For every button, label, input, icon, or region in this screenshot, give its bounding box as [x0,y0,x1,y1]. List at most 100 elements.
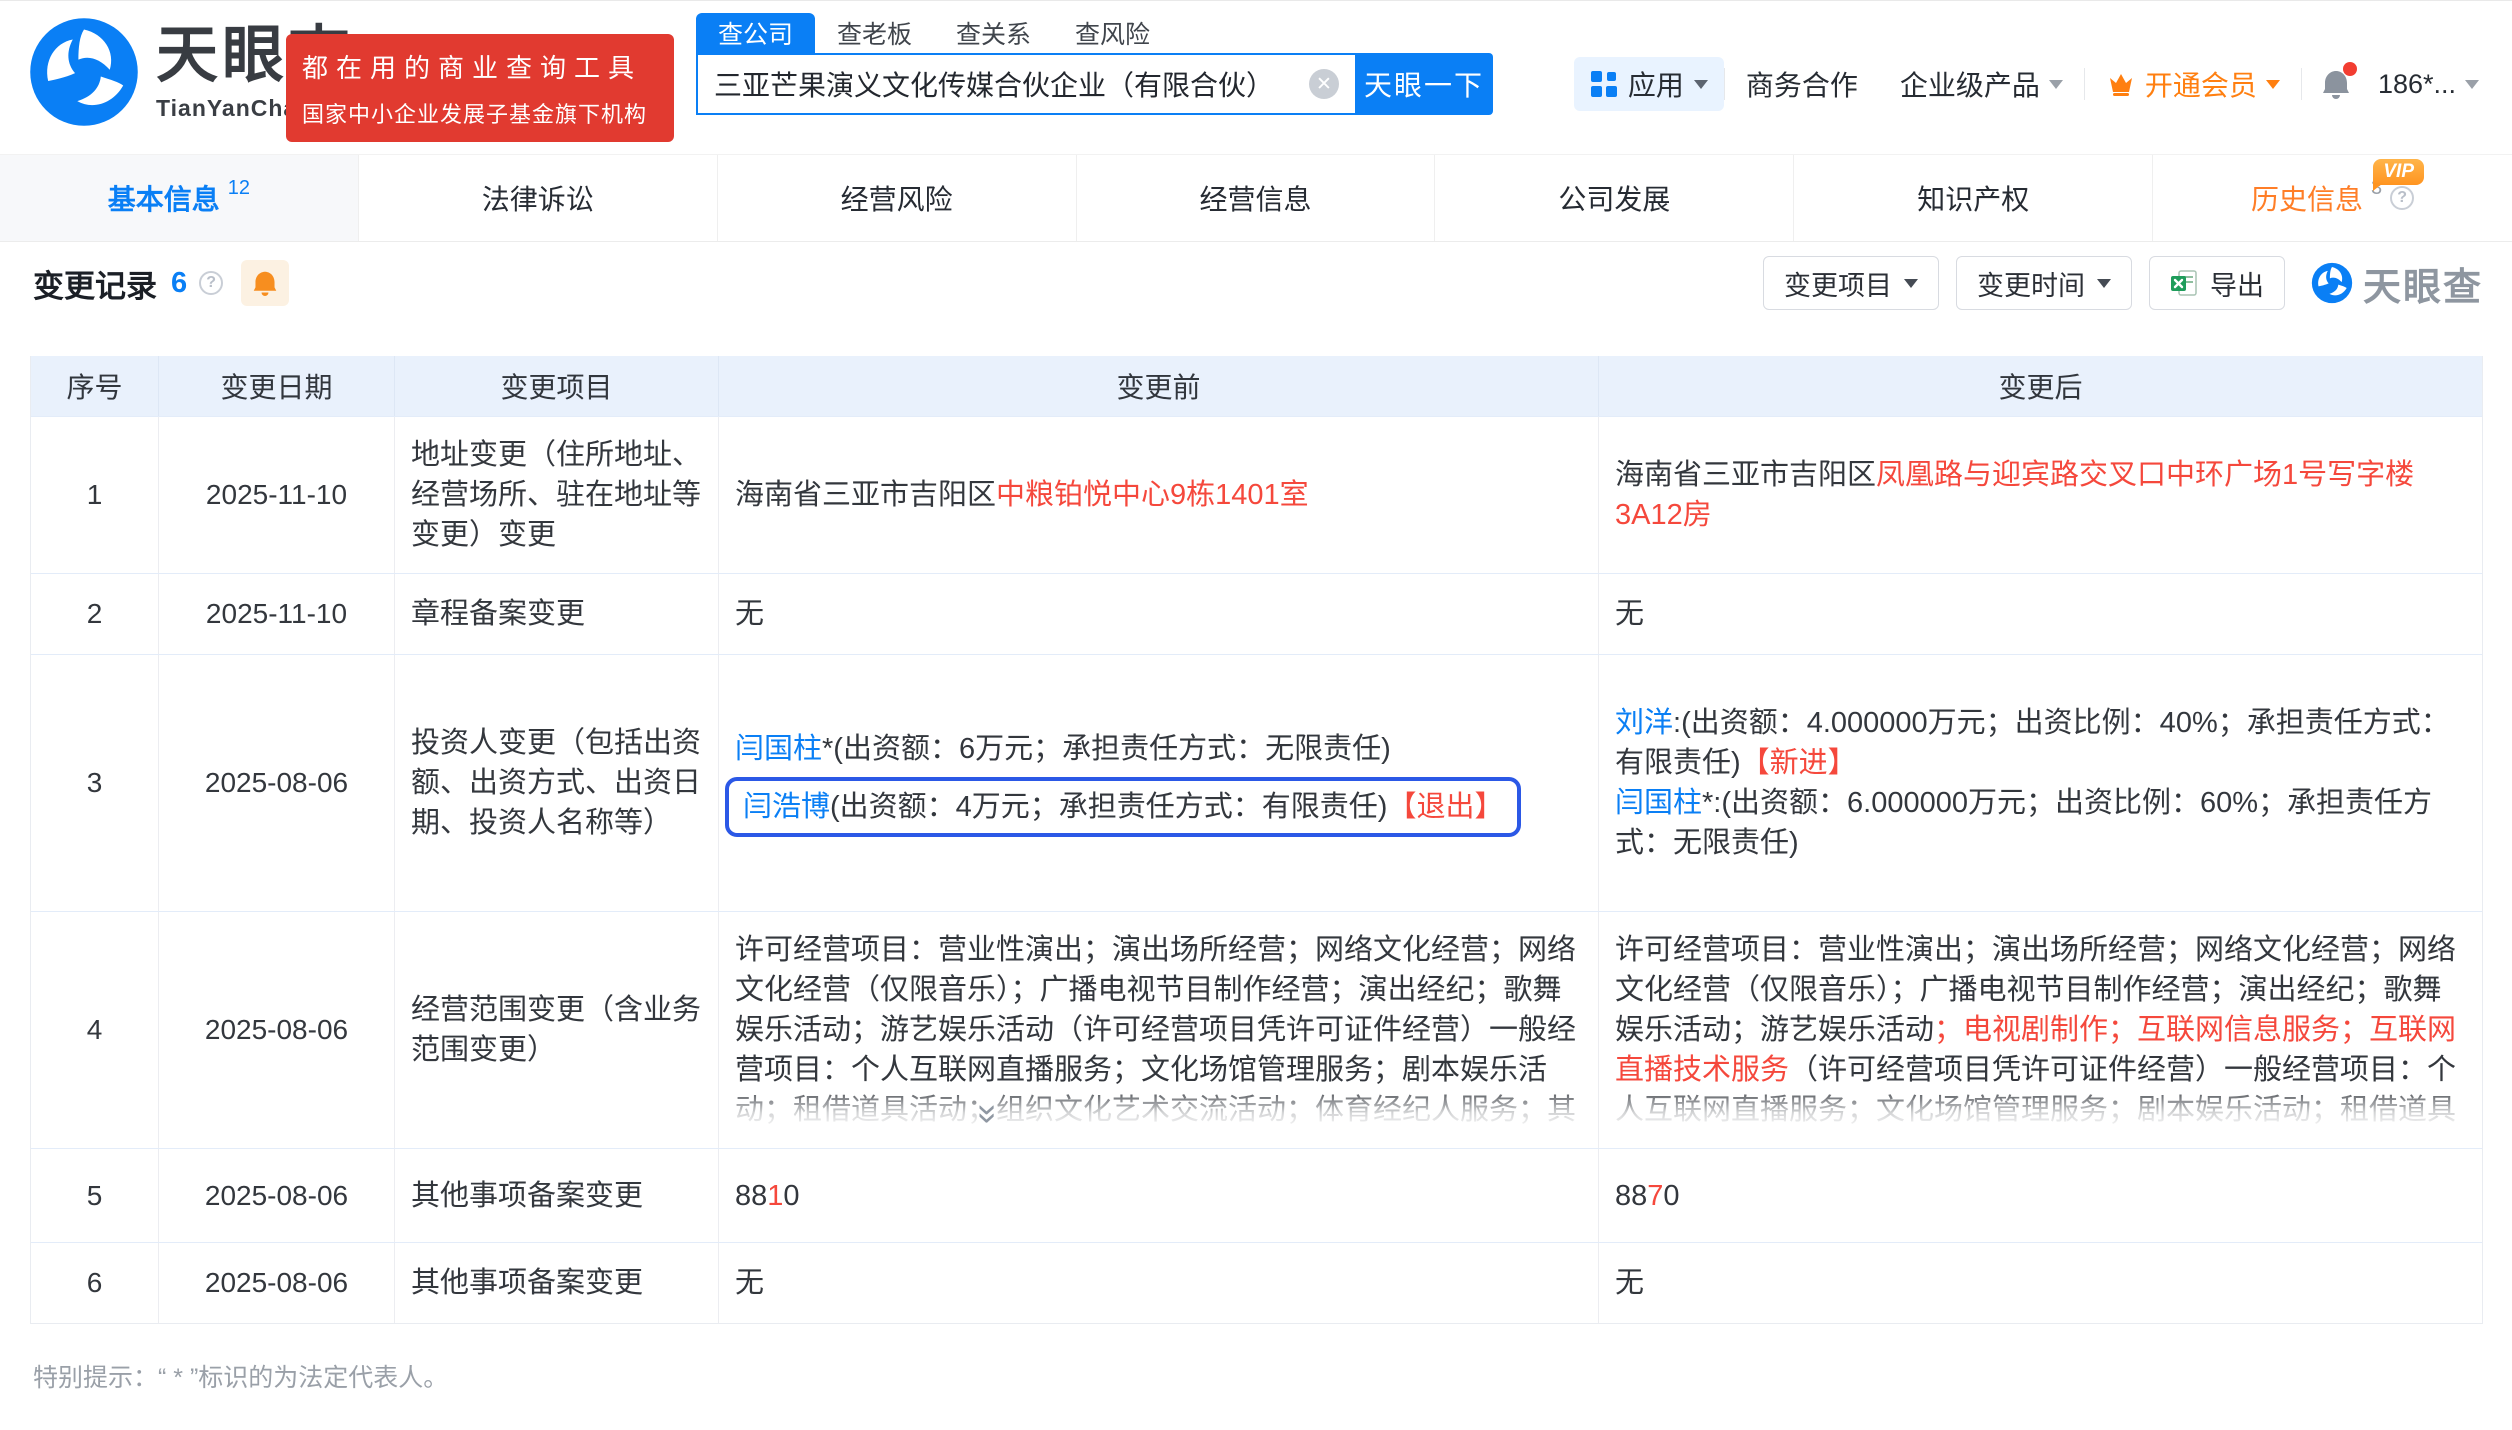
apps-grid-icon [1590,70,1618,98]
highlight-box: 闫浩博(出资额：4万元；承担责任方式：有限责任)【退出】 [725,777,1521,837]
cell-text: 海南省三亚市吉阳区 [1615,459,1876,491]
search-tab-查关系[interactable]: 查关系 [934,13,1053,53]
expand-rows-chevron-icon[interactable]: » [971,1104,1007,1124]
cell-text: 【退出】 [1387,791,1503,823]
cell-text: 无 [1615,1267,1644,1299]
nav-business-cooperation[interactable]: 商务合作 [1746,64,1858,104]
export-button[interactable]: 导出 [2149,256,2285,310]
change-item-text: 投资人变更（包括出资额、出资方式、出资日期、投资人名称等） [411,723,702,843]
tab-历史信息[interactable]: 历史信息3?VIP [2153,155,2512,241]
change-item-text: 其他事项备案变更 [411,1176,702,1216]
apps-menu[interactable]: 应用 [1574,57,1724,111]
faded-content: 许可经营项目：营业性演出；演出场所经营；网络文化经营；网络文化经营（仅限音乐）；… [1615,930,2466,1130]
change-item: 投资人变更（包括出资额、出资方式、出资日期、投资人名称等） [395,655,719,911]
change-item: 其他事项备案变更 [395,1149,719,1242]
tab-知识产权[interactable]: 知识产权 [1794,155,2153,241]
cell-paragraph: 闫国柱*:(出资额：6.000000万元；出资比例：60%；承担责任方式：无限责… [1615,783,2466,863]
cell-paragraph: 8810 [735,1176,1582,1216]
before-cell: 海南省三亚市吉阳区中粮铂悦中心9栋1401室 [719,417,1599,573]
tab-label: 经营信息 [1199,178,1311,218]
change-date: 2025-08-06 [159,1149,395,1242]
search-tab-查老板[interactable]: 查老板 [815,13,934,53]
change-item-text: 地址变更（住所地址、经营场所、驻在地址等变更）变更 [411,435,702,555]
cell-paragraph: 无 [1615,1263,2466,1303]
crown-icon [2106,69,2136,99]
nav-divider [2301,68,2302,100]
search-module: 查公司查老板查关系查风险 三亚芒果演义文化传媒合伙企业（有限合伙） ✕ 天眼一下 [696,13,1493,115]
change-date: 2025-08-06 [159,655,395,911]
cell-text: 0 [783,1180,799,1212]
help-icon[interactable]: ? [199,271,223,295]
row-number: 6 [31,1243,159,1323]
cell-text: 许可经营项目：营业性演出；演出场所经营；网络文化经营；网络文化经营（仅限音乐）；… [735,934,1576,1130]
row-number: 1 [31,417,159,573]
column-header: 变更项目 [395,356,719,416]
table-row: 22025-11-10章程备案变更无无 [31,573,2482,654]
filter-change-time-button[interactable]: 变更时间 [1956,256,2132,310]
tab-经营信息[interactable]: 经营信息 [1077,155,1436,241]
table-row: 12025-11-10地址变更（住所地址、经营场所、驻在地址等变更）变更海南省三… [31,416,2482,573]
top-border [0,0,2512,1]
tab-法律诉讼[interactable]: 法律诉讼 [359,155,718,241]
cell-paragraph: 无 [1615,594,2466,634]
section-header: 变更记录 6 ? 变更项目 变更时间 导出 天眼查 [33,253,2483,313]
after-cell: 许可经营项目：营业性演出；演出场所经营；网络文化经营；网络文化经营（仅限音乐）；… [1599,912,2482,1148]
cell-paragraph: 许可经营项目：营业性演出；演出场所经营；网络文化经营；网络文化经营（仅限音乐）；… [735,930,1582,1130]
filter-change-item-button[interactable]: 变更项目 [1763,256,1939,310]
cell-paragraph: 许可经营项目：营业性演出；演出场所经营；网络文化经营；网络文化经营（仅限音乐）；… [1615,930,2466,1130]
cell-text: 无 [735,1267,764,1299]
entity-link[interactable]: 闫国柱 [735,733,822,765]
before-cell: 8810 [719,1149,1599,1242]
column-header: 变更日期 [159,356,395,416]
company-detail-tabs: 基本信息12法律诉讼经营风险 经营信息 公司发展知识产权历史信息3?VIP [0,154,2512,242]
change-date: 2025-11-10 [159,417,395,573]
promo-banner: 都在用的商业查询工具 国家中小企业发展子基金旗下机构 [286,34,674,142]
before-cell: 无 [719,574,1599,654]
user-account-menu[interactable]: 186*... [2378,69,2479,100]
search-button[interactable]: 天眼一下 [1355,53,1493,115]
tianyancha-logo-icon [2311,262,2353,304]
search-input[interactable]: 三亚芒果演义文化传媒合伙企业（有限合伙） ✕ [696,53,1355,115]
search-tab-查公司[interactable]: 查公司 [696,13,815,53]
search-tabs: 查公司查老板查关系查风险 [696,13,1493,53]
chevron-down-icon [2049,80,2063,89]
vip-badge: VIP [2373,159,2424,185]
table-row: 42025-08-06经营范围变更（含业务范围变更）许可经营项目：营业性演出；演… [31,911,2482,1148]
change-item-text: 其他事项备案变更 [411,1263,702,1303]
after-cell: 海南省三亚市吉阳区凤凰路与迎宾路交叉口中环广场1号写字楼3A12房 [1599,417,2482,573]
subscribe-bell-button[interactable] [241,260,289,306]
change-item: 其他事项备案变更 [395,1243,719,1323]
entity-link[interactable]: 闫国柱 [1615,787,1702,819]
change-item: 地址变更（住所地址、经营场所、驻在地址等变更）变更 [395,417,719,573]
change-date: 2025-11-10 [159,574,395,654]
clear-search-icon[interactable]: ✕ [1309,69,1339,99]
tianyancha-watermark: 天眼查 [2311,256,2483,311]
search-tab-查风险[interactable]: 查风险 [1053,13,1172,53]
cell-text: 0 [1663,1180,1679,1212]
entity-link[interactable]: 闫浩博 [743,791,830,823]
tab-count: 12 [228,177,250,200]
promo-line2: 国家中小企业发展子基金旗下机构 [302,97,658,129]
column-header: 变更前 [719,356,1599,416]
nav-divider [2084,68,2085,100]
cell-text: 【新进】 [1741,747,1857,779]
nav-enterprise-products[interactable]: 企业级产品 [1900,64,2063,104]
cell-text: 海南省三亚市吉阳区 [735,479,996,511]
after-cell: 刘洋:(出资额：4.000000万元；出资比例：40%；承担责任方式：有限责任)… [1599,655,2482,911]
help-icon[interactable]: ? [2390,186,2414,210]
notification-dot [2343,62,2357,76]
tab-基本信息[interactable]: 基本信息12 [0,155,359,241]
cell-text: *(出资额：6万元；承担责任方式：无限责任) [822,733,1391,765]
section-title: 变更记录 [33,261,157,306]
cell-text: 1 [767,1180,783,1212]
tab-经营风险[interactable]: 经营风险 [718,155,1077,241]
notifications-bell[interactable] [2320,68,2352,100]
top-navigation: 应用 商务合作 企业级产品 开通会员 186*... [1574,56,2500,112]
tab-公司发展[interactable]: 公司发展 [1435,155,1794,241]
nav-open-membership[interactable]: 开通会员 [2106,64,2280,104]
entity-link[interactable]: 刘洋 [1615,707,1673,739]
nav-divider [1724,68,1725,100]
chevron-down-icon [2266,80,2280,89]
cell-paragraph: 8870 [1615,1176,2466,1216]
chevron-down-icon [2097,279,2111,288]
